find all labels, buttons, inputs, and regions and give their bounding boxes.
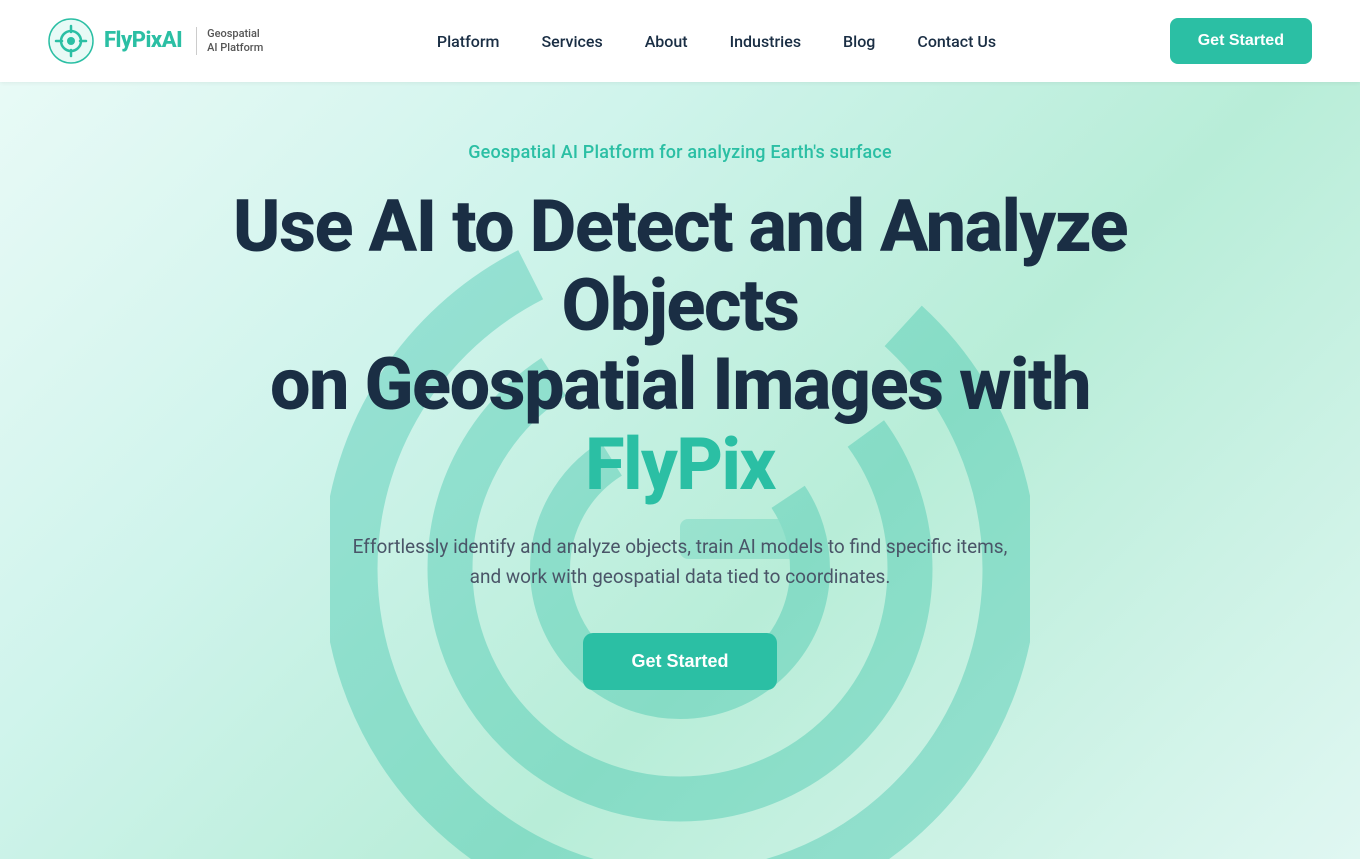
nav-services[interactable]: Services: [523, 22, 620, 61]
logo-name: FlyPixAI: [104, 29, 182, 53]
hero-title-line1: Use AI to Detect and Analyze Objects: [233, 184, 1127, 348]
hero-subtitle: Effortlessly identify and analyze object…: [350, 532, 1010, 593]
nav-platform[interactable]: Platform: [419, 22, 518, 61]
logo-subtitle-line2: AI Platform: [207, 41, 263, 55]
nav-about[interactable]: About: [627, 22, 706, 61]
hero-section: Geospatial AI Platform for analyzing Ear…: [0, 82, 1360, 859]
logo-subtitle-block: Geospatial AI Platform: [196, 27, 263, 56]
hero-get-started-button[interactable]: Get Started: [583, 633, 776, 690]
hero-title: Use AI to Detect and Analyze Objects on …: [170, 187, 1190, 504]
nav-industries[interactable]: Industries: [712, 22, 819, 61]
nav-contact[interactable]: Contact Us: [899, 22, 1014, 61]
logo-text: FlyPixAI: [104, 29, 182, 53]
nav-get-started-button[interactable]: Get Started: [1170, 18, 1312, 64]
nav-blog[interactable]: Blog: [825, 22, 893, 61]
hero-title-line2-plain: on Geospatial Images with: [270, 342, 1090, 427]
nav-links: Platform Services About Industries Blog …: [419, 22, 1014, 61]
hero-content: Geospatial AI Platform for analyzing Ear…: [130, 142, 1230, 690]
hero-title-highlight: FlyPix: [585, 422, 775, 507]
logo-subtitle-line1: Geospatial: [207, 27, 263, 41]
flypix-logo-icon: [48, 18, 94, 64]
navbar: FlyPixAI Geospatial AI Platform Platform…: [0, 0, 1360, 82]
hero-eyebrow: Geospatial AI Platform for analyzing Ear…: [170, 142, 1190, 163]
logo[interactable]: FlyPixAI Geospatial AI Platform: [48, 18, 263, 64]
